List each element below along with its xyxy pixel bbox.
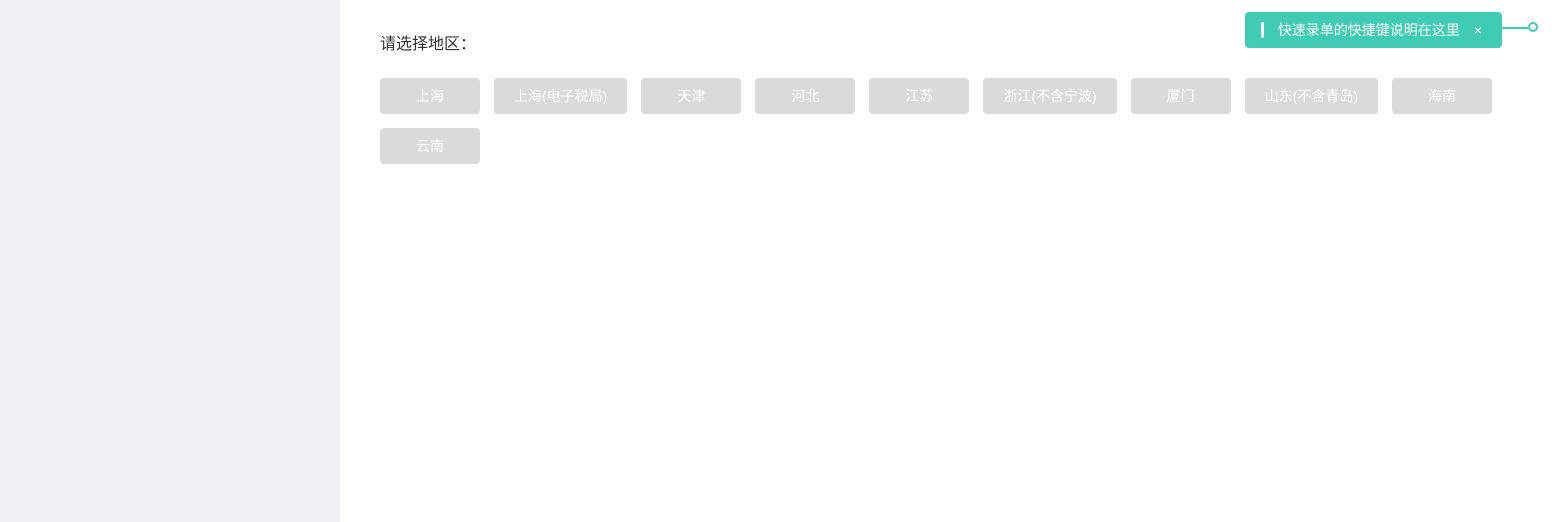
region-button-shandong[interactable]: 山东(不含青岛) (1245, 78, 1378, 114)
tooltip-connector-dot (1528, 22, 1538, 32)
region-button-hainan[interactable]: 海南 (1392, 78, 1492, 114)
region-button-shanghai[interactable]: 上海 (380, 78, 480, 114)
tooltip-close-button[interactable]: × (1470, 22, 1486, 38)
region-button-yunnan[interactable]: 云南 (380, 128, 480, 164)
tooltip-connector-line (1502, 27, 1528, 29)
tooltip-text: 快速录单的快捷键说明在这里 (1278, 20, 1460, 40)
region-button-hebei[interactable]: 河北 (755, 78, 855, 114)
region-button-jiangsu[interactable]: 江苏 (869, 78, 969, 114)
region-button-xiamen[interactable]: 厦门 (1131, 78, 1231, 114)
left-sidebar (0, 0, 340, 522)
tooltip-banner: 快速录单的快捷键说明在这里 × (1245, 12, 1502, 48)
main-content: 请选择地区： 上海上海(电子税局)天津河北江苏浙江(不含宁波)厦门山东(不含青岛… (340, 0, 1562, 522)
region-buttons-container: 上海上海(电子税局) 天津河北江苏浙江(不含宁波) 厦门山东(不含青岛) 海南云南 (380, 78, 1522, 164)
region-button-shanghai-etax[interactable]: 上海(电子税局) (494, 78, 627, 114)
region-button-tianjin[interactable]: 天津 (641, 78, 741, 114)
region-button-zhejiang[interactable]: 浙江(不含宁波) (983, 78, 1116, 114)
